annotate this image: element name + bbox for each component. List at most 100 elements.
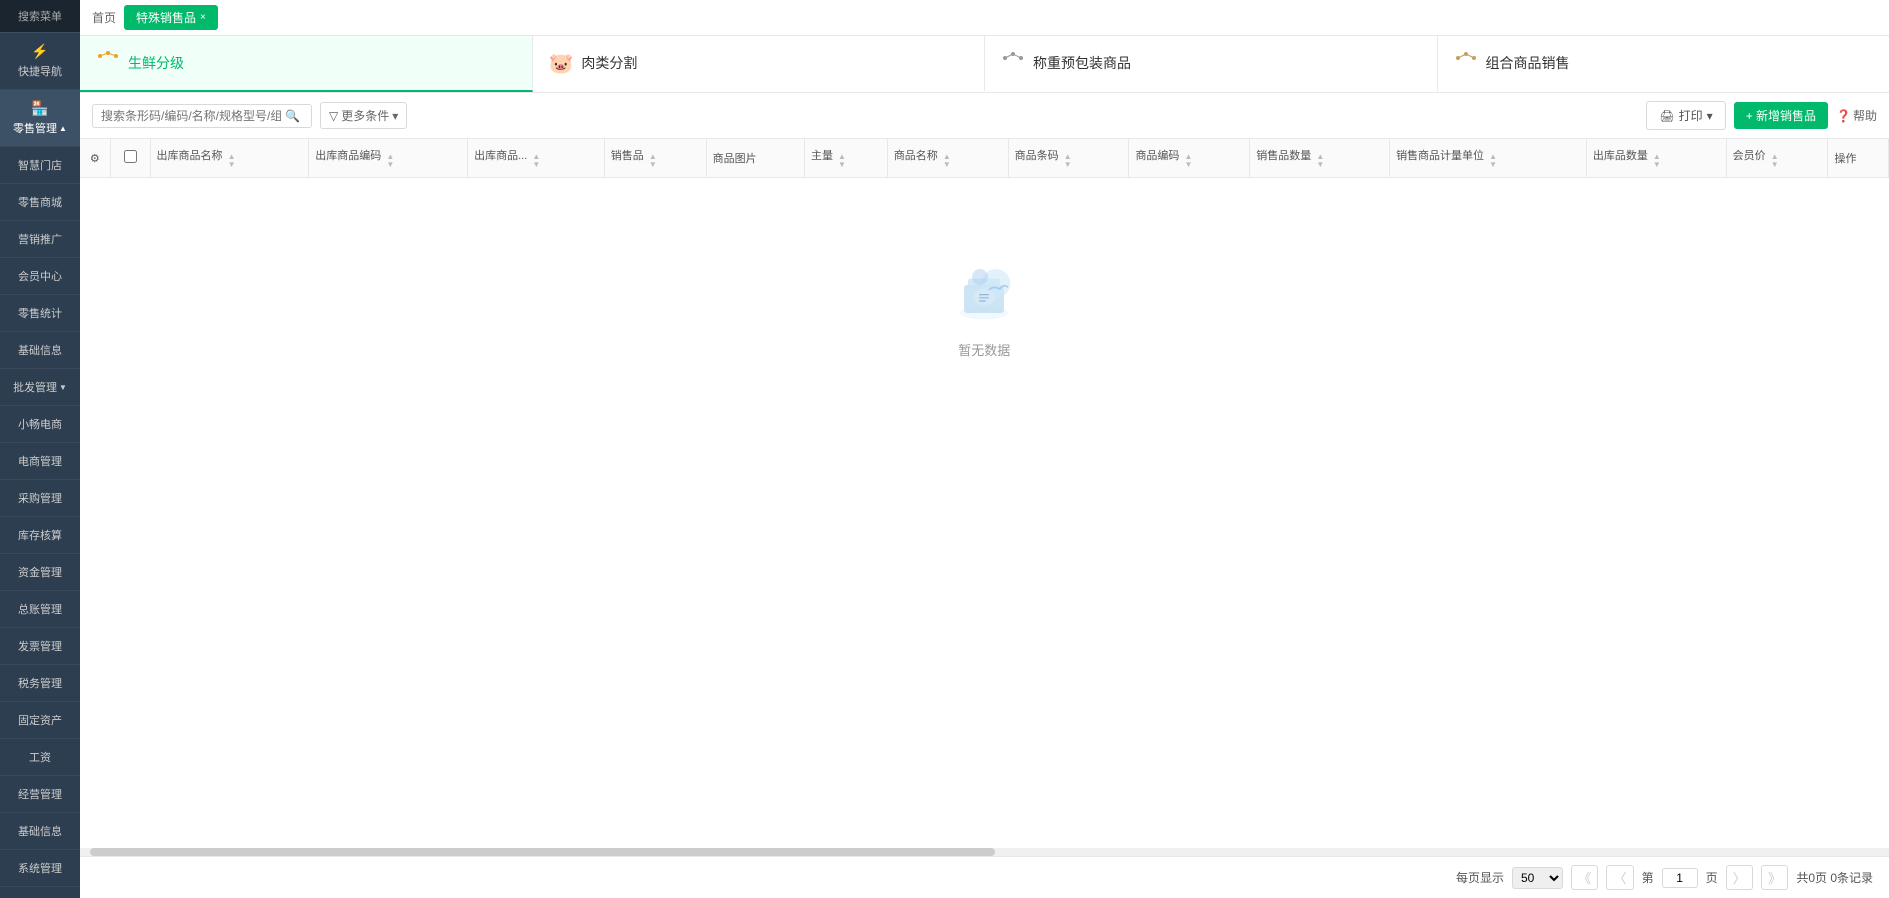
th-product-name[interactable]: 商品名称 ▲▼	[887, 139, 1008, 178]
help-label: 帮助	[1853, 107, 1877, 124]
page-number-input[interactable]	[1662, 868, 1698, 888]
sort-icons-product-name[interactable]: ▲▼	[943, 153, 951, 169]
sidebar-item-payroll[interactable]: 工资	[0, 739, 80, 776]
sort-icons-product-barcode[interactable]: ▲▼	[1064, 153, 1072, 169]
print-icon: 🖨	[1659, 109, 1674, 123]
cat-tab-fresh-grade[interactable]: 生鲜分级	[80, 36, 533, 92]
sidebar-search[interactable]: 搜索菜单	[0, 0, 80, 33]
add-product-button[interactable]: + 新增销售品	[1734, 102, 1828, 129]
th-sale-product[interactable]: 销售品 ▲▼	[604, 139, 706, 178]
sidebar-item-marketing[interactable]: 营销推广	[0, 221, 80, 258]
search-icon[interactable]: 🔍	[285, 109, 300, 123]
search-input[interactable]	[101, 109, 281, 123]
select-all-checkbox[interactable]	[124, 150, 137, 163]
table-header-row: ⚙ 出库商品名称 ▲▼ 出库商品编码 ▲▼ 出库商品...	[80, 139, 1889, 178]
next-page-button[interactable]: 〉	[1726, 865, 1753, 890]
search-box[interactable]: 🔍	[92, 104, 312, 128]
cat-tab-meat-cut[interactable]: 🐷 肉类分割	[533, 36, 986, 92]
th-out-product-code[interactable]: 出库商品编码 ▲▼	[309, 139, 468, 178]
sidebar-item-wholesale-mgmt[interactable]: 批发管理 ▼	[0, 369, 80, 406]
th-out-product-x[interactable]: 出库商品... ▲▼	[468, 139, 605, 178]
sort-icons-main[interactable]: ▲▼	[838, 153, 846, 169]
column-settings-icon[interactable]: ⚙	[90, 153, 100, 165]
sidebar-item-smart-store[interactable]: 智慧门店	[0, 147, 80, 184]
sidebar-label-payroll: 工资	[29, 749, 51, 765]
pagination-bar: 每页显示 50 20 100 《 〈 第 页 〉 》 共0页 0条记录	[80, 856, 1889, 898]
toolbar-right: 🖨 打印 ▾ + 新增销售品 ❓ 帮助	[1646, 101, 1877, 130]
sort-icons-out-product-code[interactable]: ▲▼	[386, 153, 394, 169]
scrollbar-thumb[interactable]	[90, 848, 995, 856]
combo-icon	[1454, 50, 1478, 76]
cat-tab-combo[interactable]: 组合商品销售	[1438, 36, 1889, 92]
filter-button[interactable]: ▽ 更多条件 ▾	[320, 102, 407, 129]
sort-icons-sale-qty[interactable]: ▲▼	[1316, 153, 1324, 169]
sidebar-item-retail-mall[interactable]: 零售商城	[0, 184, 80, 221]
th-settings[interactable]: ⚙	[80, 139, 110, 178]
th-product-code[interactable]: 商品编码 ▲▼	[1129, 139, 1250, 178]
th-sale-unit[interactable]: 销售商品计量单位 ▲▼	[1390, 139, 1587, 178]
sidebar-item-corp-agreement[interactable]: 企业协同	[0, 887, 80, 898]
sidebar-item-basic-info[interactable]: 基础信息	[0, 332, 80, 369]
th-member-price[interactable]: 会员价 ▲▼	[1726, 139, 1828, 178]
th-checkbox[interactable]	[110, 139, 150, 178]
topbar: 首页 特殊销售品 ×	[80, 0, 1889, 36]
tab-close-icon[interactable]: ×	[200, 12, 206, 23]
th-out-product-name-label: 出库商品名称	[157, 150, 223, 162]
help-button[interactable]: ❓ 帮助	[1836, 107, 1877, 124]
sidebar-item-finance-mgmt[interactable]: 资金管理	[0, 554, 80, 591]
sidebar-item-retail-stats[interactable]: 零售统计	[0, 295, 80, 332]
first-page-button[interactable]: 《	[1571, 865, 1598, 890]
sidebar-item-member-center[interactable]: 会员中心	[0, 258, 80, 295]
th-sale-qty[interactable]: 销售品数量 ▲▼	[1250, 139, 1390, 178]
th-product-image-label: 商品图片	[713, 153, 757, 165]
sort-icons-sale-unit[interactable]: ▲▼	[1489, 153, 1497, 169]
last-page-button[interactable]: 》	[1761, 865, 1788, 890]
cat-tab-weigh-pack[interactable]: 称重预包装商品	[985, 36, 1438, 92]
sidebar-item-purchase-mgmt[interactable]: 采购管理	[0, 480, 80, 517]
th-product-barcode[interactable]: 商品条码 ▲▼	[1008, 139, 1129, 178]
prev-page-button[interactable]: 〈	[1606, 865, 1633, 890]
per-page-select[interactable]: 50 20 100	[1512, 867, 1563, 889]
th-sale-product-label: 销售品	[611, 150, 644, 162]
th-out-product-x-label: 出库商品...	[474, 150, 527, 162]
th-out-qty[interactable]: 出库品数量 ▲▼	[1586, 139, 1726, 178]
sidebar-item-inventory[interactable]: 库存核算	[0, 517, 80, 554]
total-info: 共0页 0条记录	[1796, 869, 1873, 886]
sidebar-label-marketing: 营销推广	[18, 231, 62, 247]
sidebar-item-sys-mgmt[interactable]: 系统管理	[0, 850, 80, 887]
sidebar-item-general-ledger[interactable]: 总账管理	[0, 591, 80, 628]
sidebar-label-basic-info2: 基础信息	[18, 823, 62, 839]
sidebar-item-basic-info2[interactable]: 基础信息	[0, 813, 80, 850]
th-out-product-name[interactable]: 出库商品名称 ▲▼	[150, 139, 309, 178]
cat-tab-fresh-grade-label: 生鲜分级	[128, 53, 184, 73]
sidebar-item-ops-mgmt[interactable]: 经营管理	[0, 776, 80, 813]
th-product-image[interactable]: 商品图片	[706, 139, 804, 178]
breadcrumb-home[interactable]: 首页	[92, 9, 116, 26]
th-action: 操作	[1828, 139, 1889, 178]
sidebar-item-ecom-mgmt[interactable]: 电商管理	[0, 443, 80, 480]
sort-icons-out-product-name[interactable]: ▲▼	[228, 153, 236, 169]
sidebar-item-fixed-assets[interactable]: 固定资产	[0, 702, 80, 739]
table-container: ⚙ 出库商品名称 ▲▼ 出库商品编码 ▲▼ 出库商品...	[80, 139, 1889, 848]
sort-icons-out-qty[interactable]: ▲▼	[1653, 153, 1661, 169]
cat-tab-combo-label: 组合商品销售	[1486, 53, 1570, 73]
sort-icons-member-price[interactable]: ▲▼	[1771, 153, 1779, 169]
sidebar-item-mini-ecom[interactable]: 小畅电商	[0, 406, 80, 443]
print-label: 打印	[1679, 107, 1703, 124]
fresh-grade-icon	[96, 50, 120, 76]
sort-icons-out-product-x[interactable]: ▲▼	[532, 153, 540, 169]
th-main[interactable]: 主量 ▲▼	[804, 139, 887, 178]
horizontal-scrollbar[interactable]	[80, 848, 1889, 856]
sidebar-item-quick-nav[interactable]: ⚡ 快捷导航	[0, 33, 80, 90]
sidebar-item-invoice-mgmt[interactable]: 发票管理	[0, 628, 80, 665]
weigh-pack-icon	[1001, 50, 1025, 76]
sort-icons-sale-product[interactable]: ▲▼	[649, 153, 657, 169]
sidebar-item-retail-mgmt[interactable]: 🏪 零售管理 ▲	[0, 90, 80, 147]
sort-icons-product-code[interactable]: ▲▼	[1185, 153, 1193, 169]
sidebar-label-finance-mgmt: 资金管理	[18, 564, 62, 580]
print-button[interactable]: 🖨 打印 ▾	[1646, 101, 1725, 130]
sidebar-item-tax-mgmt[interactable]: 税务管理	[0, 665, 80, 702]
toolbar-left: 🔍 ▽ 更多条件 ▾	[92, 102, 407, 129]
active-tab[interactable]: 特殊销售品 ×	[124, 5, 218, 30]
filter-chevron-icon: ▾	[392, 109, 398, 123]
